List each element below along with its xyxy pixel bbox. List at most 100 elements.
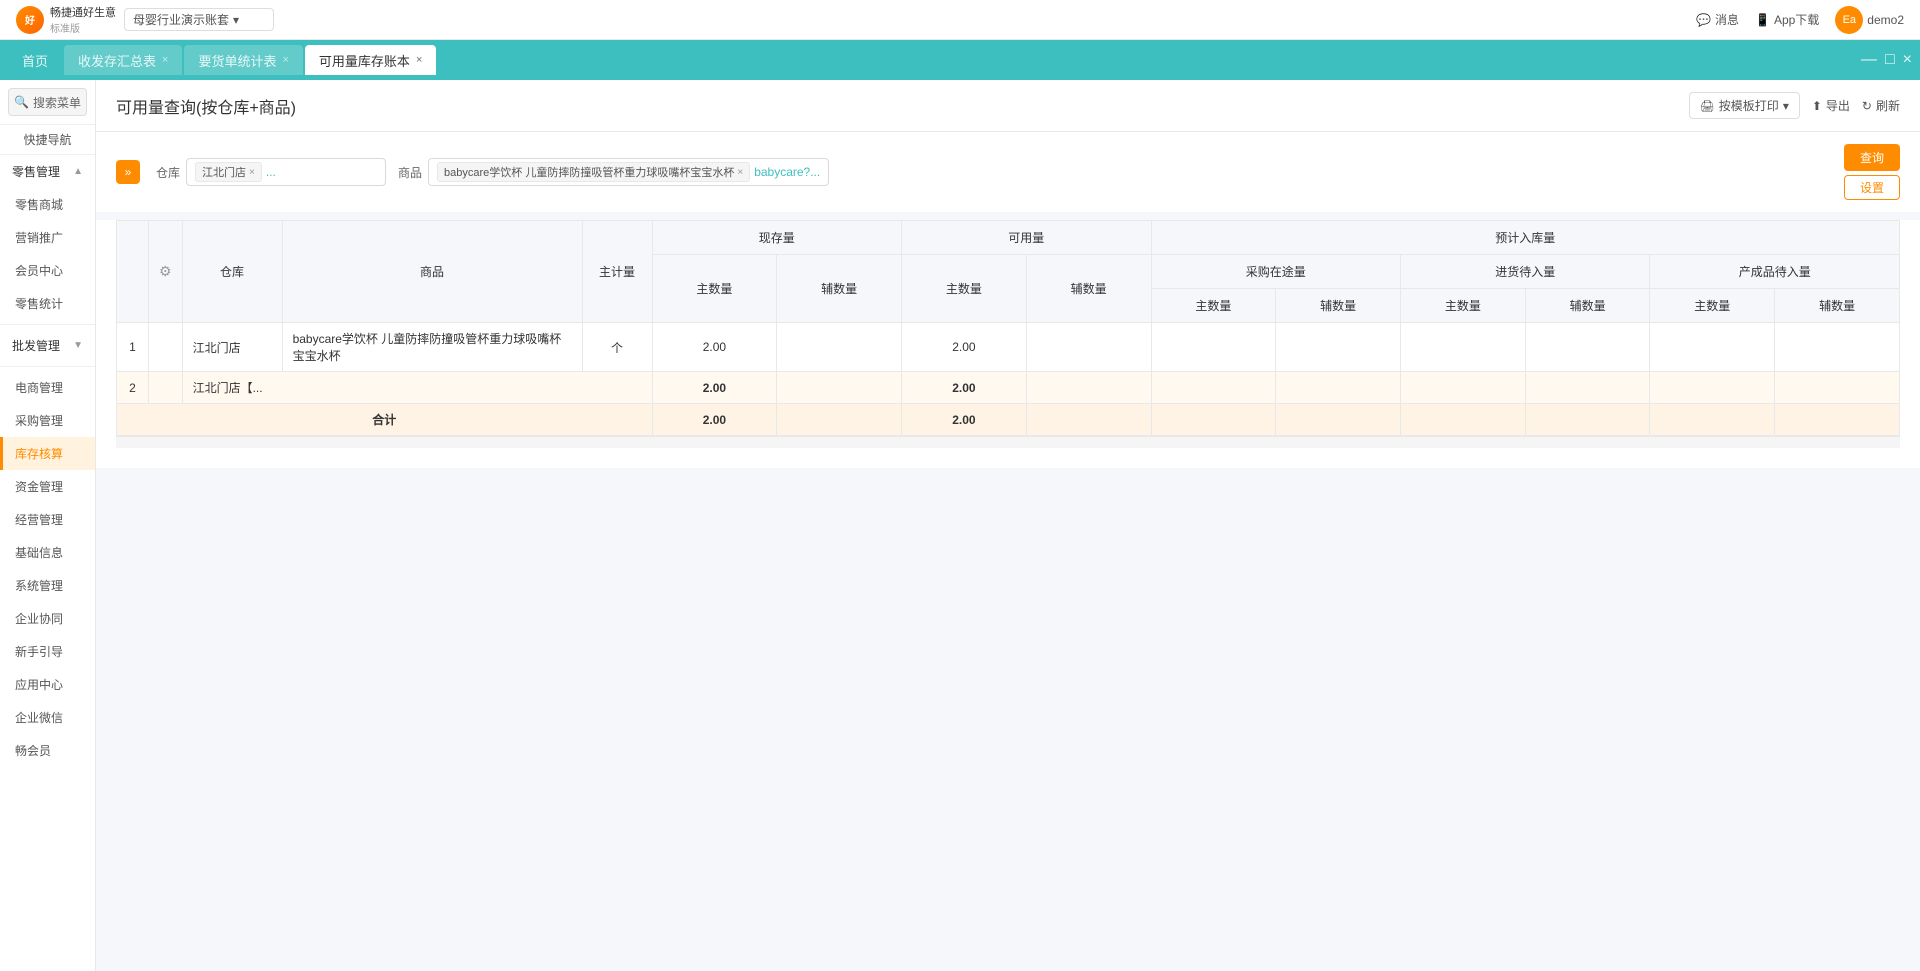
subtotal-inbound-pending-main — [1400, 372, 1525, 404]
product-tag-close[interactable]: × — [737, 167, 743, 178]
layout: 🔍 搜索菜单 快捷导航 零售管理 ▲ 零售商城 营销推广 会员中心 零售统计 — [0, 80, 1920, 971]
app-download-button[interactable]: 📱 App下载 — [1755, 11, 1819, 28]
subtotal-purchase-transit-main — [1151, 372, 1276, 404]
sidebar-item-enterprise-wechat[interactable]: 企业微信 — [0, 701, 95, 734]
product-label: 商品 — [398, 164, 422, 181]
sidebar-group-retail-header[interactable]: 零售管理 ▲ — [0, 155, 95, 188]
sidebar-item-member[interactable]: 畅会员 — [0, 734, 95, 767]
maximize-icon[interactable]: □ — [1885, 51, 1895, 69]
filter-expand-button[interactable]: » — [116, 160, 140, 184]
template-print-label: 按模板打印 — [1719, 97, 1779, 114]
tab-home[interactable]: 首页 — [8, 45, 62, 75]
th-purchase-transit-aux: 辅数量 — [1276, 289, 1401, 323]
warehouse-tag-close[interactable]: × — [249, 167, 255, 178]
sidebar-item-basic-info[interactable]: 基础信息 — [0, 536, 95, 569]
app-icon: 📱 — [1755, 13, 1770, 27]
tab-receipt-summary[interactable]: 收发存汇总表 × — [64, 45, 182, 75]
footer-available-aux — [1026, 404, 1151, 436]
sidebar-quick-nav[interactable]: 快捷导航 — [0, 125, 95, 155]
cell-current-main: 2.00 — [652, 323, 777, 372]
settings-button[interactable]: 设置 — [1844, 175, 1900, 200]
th-product: 商品 — [282, 221, 582, 323]
sidebar-item-ecommerce[interactable]: 电商管理 — [0, 371, 95, 404]
template-chevron-icon: ▾ — [1783, 99, 1789, 113]
tab-receipt-summary-close[interactable]: × — [162, 54, 168, 66]
minimize-icon[interactable]: — — [1861, 51, 1877, 69]
basic-info-label: 基础信息 — [15, 546, 63, 560]
page-title: 可用量查询(按仓库+商品) — [116, 94, 296, 118]
data-table: ⚙ 仓库 商品 主计量 现存量 可用量 预计入库量 主数量 辅数量 — [116, 220, 1900, 436]
gear-icon[interactable]: ⚙ — [159, 263, 172, 279]
warehouse-more[interactable]: ... — [266, 165, 276, 179]
tab-order-stats-label: 要货单统计表 — [198, 51, 276, 70]
sidebar-item-new-guide[interactable]: 新手引导 — [0, 635, 95, 668]
th-purchase-in-transit: 采购在途量 — [1151, 255, 1400, 289]
sidebar-item-finance[interactable]: 资金管理 — [0, 470, 95, 503]
close-window-icon[interactable]: × — [1903, 51, 1912, 69]
tab-order-stats[interactable]: 要货单统计表 × — [184, 45, 302, 75]
top-bar-left: 好 畅捷通好生意 标准版 母婴行业演示账套 ▾ — [16, 4, 274, 35]
member-label: 畅会员 — [15, 744, 51, 758]
avatar: Ea — [1835, 6, 1863, 34]
warehouse-input[interactable]: 江北门店 × ... — [186, 158, 386, 186]
sidebar-item-marketing[interactable]: 营销推广 — [0, 221, 95, 254]
retail-mall-label: 零售商城 — [15, 198, 63, 212]
table-container: ⚙ 仓库 商品 主计量 现存量 可用量 预计入库量 主数量 辅数量 — [96, 220, 1920, 468]
search-label: 搜索菜单 — [33, 94, 81, 111]
logo-sub: 标准版 — [50, 20, 116, 35]
th-product-pending-main: 主数量 — [1650, 289, 1775, 323]
marketing-label: 营销推广 — [15, 231, 63, 245]
th-current-stock: 现存量 — [652, 221, 901, 255]
sidebar-item-member-center[interactable]: 会员中心 — [0, 254, 95, 287]
top-bar: 好 畅捷通好生意 标准版 母婴行业演示账套 ▾ 💬 消息 📱 App下载 Ea … — [0, 0, 1920, 40]
sidebar-item-retail-mall[interactable]: 零售商城 — [0, 188, 95, 221]
warehouse-label: 仓库 — [156, 164, 180, 181]
export-button[interactable]: ⬆ 导出 — [1812, 97, 1850, 114]
sidebar-group-wholesale-header[interactable]: 批发管理 ▼ — [0, 329, 95, 362]
product-tag-babycare: babycare学饮杯 儿童防摔防撞吸管杯重力球吸嘴杯宝宝水杯 × — [437, 162, 750, 182]
sidebar-search-button[interactable]: 🔍 搜索菜单 — [8, 88, 87, 116]
sidebar-group-wholesale: 批发管理 ▼ — [0, 329, 95, 362]
tenant-selector[interactable]: 母婴行业演示账套 ▾ — [124, 8, 274, 31]
subtotal-label: 江北门店【... — [182, 372, 652, 404]
logo-texts: 畅捷通好生意 标准版 — [50, 4, 116, 35]
table-scroll[interactable]: ⚙ 仓库 商品 主计量 现存量 可用量 预计入库量 主数量 辅数量 — [116, 220, 1900, 436]
th-main-unit: 主计量 — [582, 221, 652, 323]
scroll-area[interactable] — [116, 436, 1900, 448]
table-header-row-1: ⚙ 仓库 商品 主计量 现存量 可用量 预计入库量 — [117, 221, 1900, 255]
cell-available-aux — [1026, 323, 1151, 372]
template-print-button[interactable]: 🖨 按模板打印 ▾ — [1689, 92, 1800, 119]
sidebar-item-enterprise[interactable]: 企业协同 — [0, 602, 95, 635]
member-center-label: 会员中心 — [15, 264, 63, 278]
sidebar-item-app-center[interactable]: 应用中心 — [0, 668, 95, 701]
refresh-button[interactable]: ↻ 刷新 — [1862, 97, 1900, 114]
product-more[interactable]: babycare?... — [754, 165, 820, 179]
cell-row-num: 1 — [117, 323, 149, 372]
sidebar-item-retail-stats[interactable]: 零售统计 — [0, 287, 95, 320]
refresh-label: 刷新 — [1876, 97, 1900, 114]
message-button[interactable]: 💬 消息 — [1696, 11, 1739, 28]
cell-available-main: 2.00 — [902, 323, 1027, 372]
filter-row: 仓库 江北门店 × ... 商品 babycare学饮杯 儿童防摔防撞吸管杯重力… — [156, 158, 1828, 186]
tab-home-label: 首页 — [22, 51, 48, 70]
query-button[interactable]: 查询 — [1844, 144, 1900, 171]
tab-available-stock[interactable]: 可用量库存账本 × — [305, 45, 436, 75]
subtotal-row: 2 江北门店【... 2.00 2.00 — [117, 372, 1900, 404]
user-menu[interactable]: Ea demo2 — [1835, 6, 1904, 34]
tab-available-stock-close[interactable]: × — [416, 54, 422, 66]
message-label: 消息 — [1715, 11, 1739, 28]
th-product-pending: 产成品待入量 — [1650, 255, 1900, 289]
product-input[interactable]: babycare学饮杯 儿童防摔防撞吸管杯重力球吸嘴杯宝宝水杯 × babyca… — [428, 158, 829, 186]
purchase-label: 采购管理 — [15, 414, 63, 428]
product-tag-text: babycare学饮杯 儿童防摔防撞吸管杯重力球吸嘴杯宝宝水杯 — [444, 164, 734, 180]
tab-order-stats-close[interactable]: × — [282, 54, 288, 66]
enterprise-label: 企业协同 — [15, 612, 63, 626]
sidebar-item-system-mgmt[interactable]: 系统管理 — [0, 569, 95, 602]
sidebar-item-inventory[interactable]: 库存核算 — [0, 437, 95, 470]
cell-product-pending-main — [1650, 323, 1775, 372]
sidebar-item-operations[interactable]: 经营管理 — [0, 503, 95, 536]
subtotal-product-pending-aux — [1775, 372, 1900, 404]
subtotal-available-aux — [1026, 372, 1151, 404]
warehouse-tag-text: 江北门店 — [202, 164, 246, 180]
sidebar-item-purchase[interactable]: 采购管理 — [0, 404, 95, 437]
